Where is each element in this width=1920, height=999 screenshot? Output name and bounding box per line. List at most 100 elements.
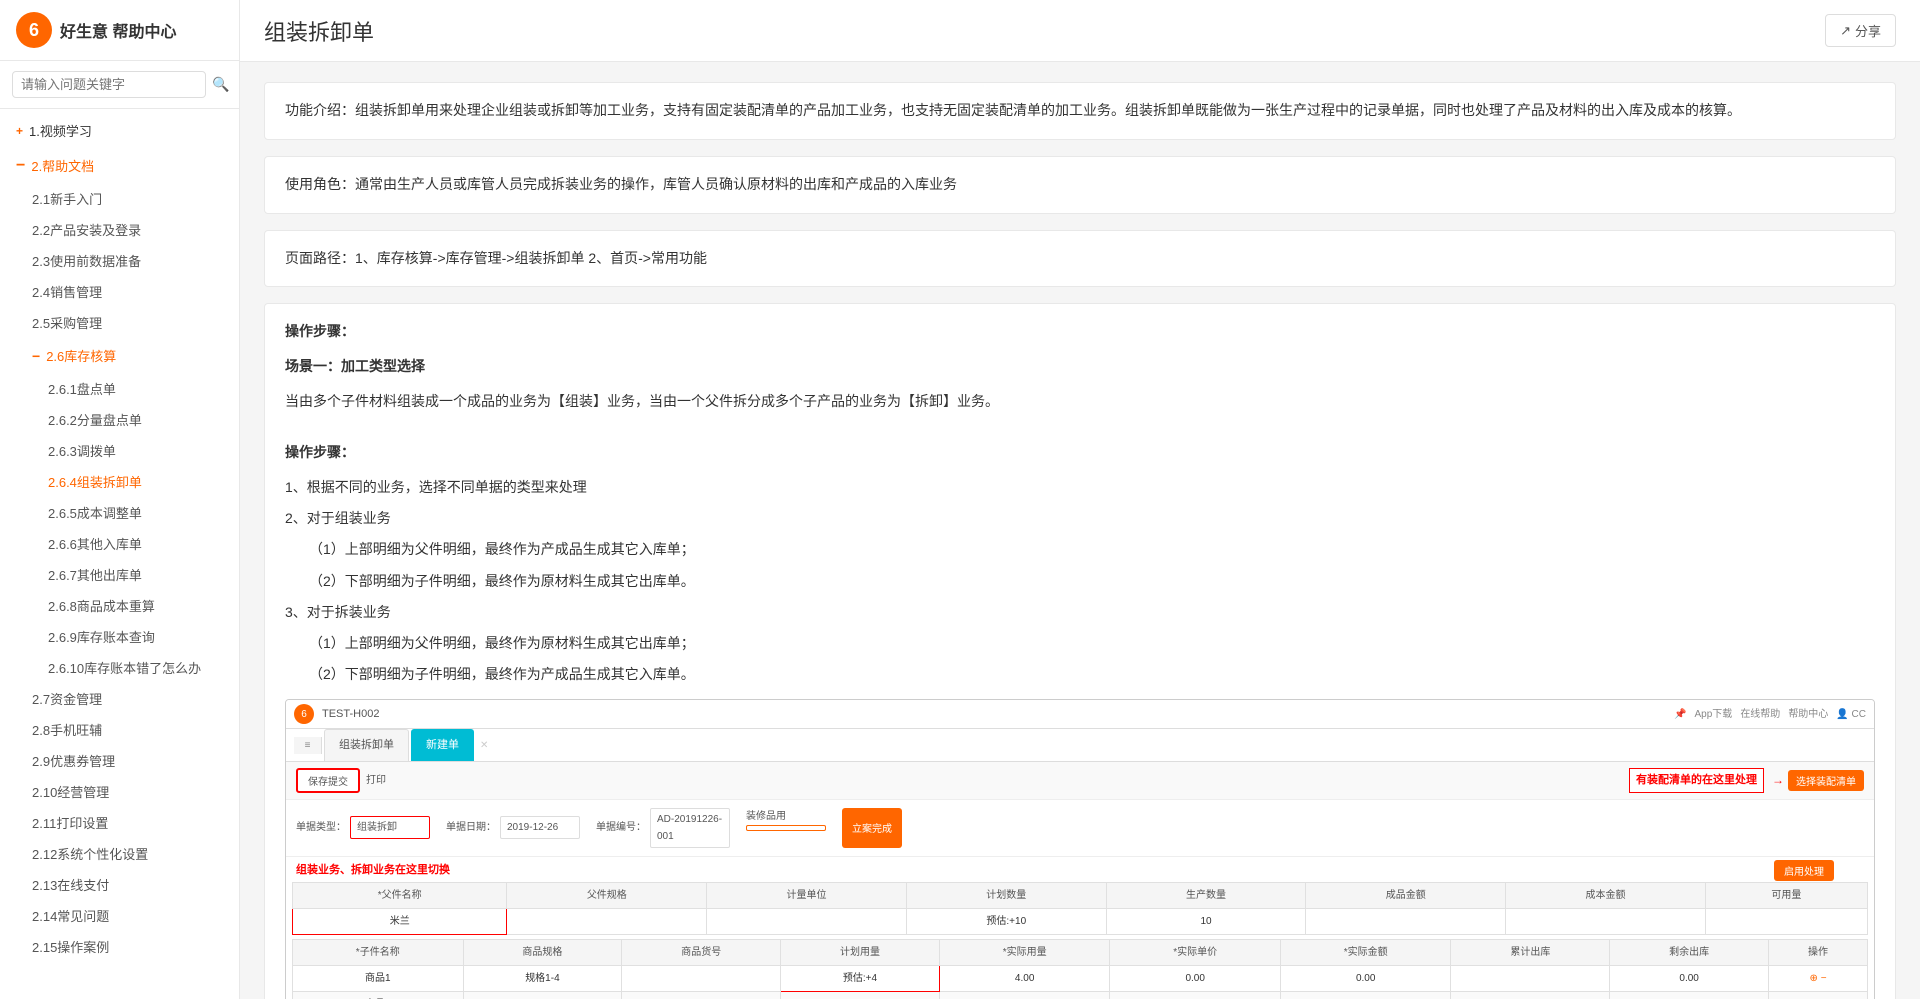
nav-sub-item-2-6-5[interactable]: 2.6.5成本调整单 — [16, 497, 239, 528]
search-box: 🔍 — [0, 61, 239, 109]
scenario-section: 场景一：加工类型选择 当由多个子件材料组装成一个成品的业务为【组装】业务，当由一… — [285, 354, 1875, 687]
role-label: 使用角色： — [285, 176, 355, 192]
nav-sub-item-2-13[interactable]: 2.13在线支付 — [0, 869, 239, 900]
mock-confirm-input[interactable] — [746, 825, 826, 831]
cell-lower-name-1: 商品1 — [293, 965, 464, 991]
mock-confirm-btn[interactable]: 立案完成 — [842, 808, 902, 848]
nav-sub-item-2-4[interactable]: 2.4销售管理 — [0, 276, 239, 307]
mock-tab-close: ✕ — [480, 737, 488, 754]
mock-input-order-no[interactable]: AD-20191226-001 — [650, 808, 730, 848]
label-order-no: 单据编号： — [596, 819, 646, 836]
nav-sub-item-2-15[interactable]: 2.15操作案例 — [0, 931, 239, 962]
mock-input-type[interactable]: 组装拆卸 — [350, 816, 430, 839]
steps-sub-title: 操作步骤： — [285, 440, 1875, 465]
nav-sub-item-2-6-10[interactable]: 2.6.10库存账本错了怎么办 — [16, 652, 239, 683]
nav-sub-item-2-2[interactable]: 2.2产品安装及登录 — [0, 214, 239, 245]
cell-lower-op-1: ⊕ − — [1769, 965, 1868, 991]
col-parent-unit: 计量单位 — [707, 882, 907, 908]
mock-top-icons: 📌 App下载 在线帮助 帮助中心 👤 CC — [1674, 706, 1866, 723]
nav-group-help: − 2.帮助文档 2.1新手入门 2.2产品安装及登录 2.3使用前数据准备 2… — [0, 148, 239, 962]
mock-upper-table: *父件名称 父件规格 计量单位 计划数量 生产数量 成品金额 成本金额 可用量 — [292, 882, 1868, 935]
collapse-icon-2-6: − — [32, 349, 40, 363]
nav-sub-item-2-8[interactable]: 2.8手机旺辅 — [0, 714, 239, 745]
mock-print: 打印 — [366, 772, 386, 789]
cell-lower-amt-2 — [1280, 991, 1451, 999]
mock-btn-select-list[interactable]: 选择装配清单 — [1788, 770, 1864, 791]
mock-tables-area: *父件名称 父件规格 计量单位 计划数量 生产数量 成品金额 成本金额 可用量 — [286, 882, 1874, 999]
confirm-area-wrapper: 装修品用 — [746, 808, 826, 848]
screenshot-area: 6 TEST-H002 📌 App下载 在线帮助 帮助中心 👤 CC ≡ — [285, 699, 1875, 999]
nav-sub-item-2-9[interactable]: 2.9优惠券管理 — [0, 745, 239, 776]
nav-sub-item-2-3[interactable]: 2.3使用前数据准备 — [0, 245, 239, 276]
icon-center: 帮助中心 — [1788, 706, 1828, 723]
cell-parent-prod-1: 10 — [1106, 908, 1306, 934]
nav-group-video: + 1.视频学习 — [0, 113, 239, 148]
mock-tab-new: 新建单 — [411, 729, 474, 761]
nav-sub-item-2-6-2[interactable]: 2.6.2分量盘点单 — [16, 404, 239, 435]
op-delete-1[interactable]: − — [1821, 973, 1827, 984]
share-button[interactable]: ↗ 分享 — [1825, 14, 1896, 47]
mock-input-date[interactable]: 2019-12-26 — [500, 816, 580, 839]
icon-help: 在线帮助 — [1740, 706, 1780, 723]
scenario-title: 场景一：加工类型选择 — [285, 354, 1875, 379]
search-button[interactable]: 🔍 — [212, 76, 229, 93]
col-parent-product-amt: 成品金额 — [1306, 882, 1506, 908]
nav-sub-item-2-7[interactable]: 2.7资金管理 — [0, 683, 239, 714]
mock-screenshot: 6 TEST-H002 📌 App下载 在线帮助 帮助中心 👤 CC ≡ — [286, 700, 1874, 999]
nav-sub-item-2-14[interactable]: 2.14常见问题 — [0, 900, 239, 931]
search-input[interactable] — [12, 71, 206, 98]
scenario-desc: 当由多个子件材料组装成一个成品的业务为【组装】业务，当由一个父件拆分成多个子产品… — [285, 389, 1875, 414]
expand-icon: + — [16, 124, 23, 138]
step-3: 3、对于拆装业务 — [285, 600, 1875, 625]
cell-lower-remain-1: 0.00 — [1610, 965, 1769, 991]
nav-sub-item-2-1[interactable]: 2.1新手入门 — [0, 183, 239, 214]
nav-label-2-6: 2.6库存核算 — [46, 346, 116, 365]
col-child-remain: 剩余出库 — [1610, 939, 1769, 965]
mock-tab-bar: ≡ 组装拆卸单 新建单 ✕ — [286, 729, 1874, 762]
nav-sub-item-2-11[interactable]: 2.11打印设置 — [0, 807, 239, 838]
col-child-op: 操作 — [1769, 939, 1868, 965]
path-label: 页面路径： — [285, 250, 355, 266]
cell-lower-spec-1: 规格1-4 — [463, 965, 622, 991]
path-body: 1、库存核算->库存管理->组装拆卸单 2、首页->常用功能 — [355, 250, 707, 266]
col-parent-plan: 计划数量 — [906, 882, 1106, 908]
nav-sub-item-2-6-1[interactable]: 2.6.1盘点单 — [16, 373, 239, 404]
main-area: 组装拆卸单 ↗ 分享 功能介绍：组装拆卸单用来处理企业组装或拆卸等加工业务，支持… — [240, 0, 1920, 999]
cell-lower-price-2 — [1110, 991, 1281, 999]
intro-text: 功能介绍：组装拆卸单用来处理企业组装或拆卸等加工业务，支持有固定装配清单的产品加… — [285, 99, 1875, 123]
cell-lower-issued-1 — [1451, 965, 1610, 991]
nav-sub-item-2-6-4[interactable]: 2.6.4组装拆卸单 — [16, 466, 239, 497]
cell-lower-price-1: 0.00 — [1110, 965, 1281, 991]
nav-sub-item-2-6-6[interactable]: 2.6.6其他入库单 — [16, 528, 239, 559]
mock-process-btn[interactable]: 启用处理 — [1774, 860, 1834, 881]
mock-field-order-no: 单据编号： AD-20191226-001 — [596, 808, 730, 848]
cell-lower-plan-2 — [781, 991, 940, 999]
op-icon-1[interactable]: ⊕ — [1810, 973, 1818, 984]
nav-label-help: 2.帮助文档 — [31, 156, 94, 175]
nav-sub-item-2-6-8[interactable]: 2.6.8商品成本重算 — [16, 590, 239, 621]
step-2: 2、对于组装业务 — [285, 506, 1875, 531]
nav-item-help-docs[interactable]: − 2.帮助文档 — [0, 148, 239, 183]
cell-parent-product-amt-1 — [1306, 908, 1506, 934]
role-card: 使用角色：通常由生产人员或库管人员完成拆装业务的操作，库管人员确认原材料的出库和… — [264, 156, 1896, 214]
main-header: 组装拆卸单 ↗ 分享 — [240, 0, 1920, 62]
nav-sub-item-2-6-7[interactable]: 2.6.7其他出库单 — [16, 559, 239, 590]
mock-btn-save[interactable]: 保存提交 — [296, 768, 360, 793]
type-selector-row: 组装业务、拆卸业务在这里切换 启用处理 — [286, 857, 1874, 882]
col-parent-cost: 成本金额 — [1506, 882, 1706, 908]
col-child-actual: *实际用量 — [939, 939, 1110, 965]
step-2-sub-1: （1）上部明细为父件明细，最终作为产成品生成其它入库单； — [309, 537, 1875, 562]
nav-sub-item-2-6-3[interactable]: 2.6.3调拨单 — [16, 435, 239, 466]
nav-item-video-learning[interactable]: + 1.视频学习 — [0, 113, 239, 148]
nav-sub-item-2-10[interactable]: 2.10经营管理 — [0, 776, 239, 807]
icon-user: 👤 CC — [1836, 706, 1866, 723]
cell-parent-spec-1 — [507, 908, 707, 934]
annotation-type: 组装业务、拆卸业务在这里切换 — [296, 861, 450, 880]
step-1: 1、根据不同的业务，选择不同单据的类型来处理 — [285, 475, 1875, 500]
nav-sub-item-2-6-9[interactable]: 2.6.9库存账本查询 — [16, 621, 239, 652]
nav-sub-item-2-5[interactable]: 2.5采购管理 — [0, 307, 239, 338]
nav-sub-item-2-12[interactable]: 2.12系统个性化设置 — [0, 838, 239, 869]
sidebar: 6 好生意 帮助中心 🔍 + 1.视频学习 − 2.帮助文档 2.1新手入门 2… — [0, 0, 240, 999]
nav-item-2-6[interactable]: − 2.6库存核算 — [0, 338, 239, 373]
step-3-sub-1: （1）上部明细为父件明细，最终作为原材料生成其它出库单； — [309, 631, 1875, 656]
